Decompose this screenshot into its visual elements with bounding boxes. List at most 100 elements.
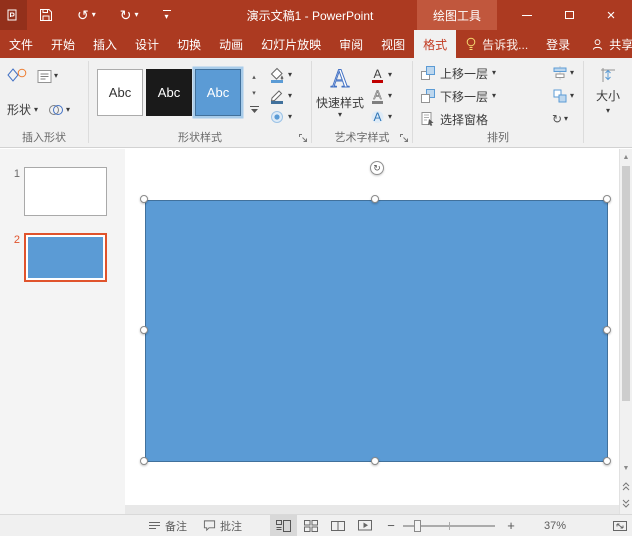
slide-1-preview[interactable] <box>24 167 107 216</box>
group-objects-button[interactable]: ▾ <box>552 86 574 106</box>
wordart-a-icon: A <box>325 64 355 92</box>
rotate-objects-button[interactable]: ↻ ▾ <box>552 109 574 129</box>
slide-2-preview[interactable] <box>24 233 107 282</box>
slide-thumbnail-1[interactable]: 1 <box>5 167 125 216</box>
dialog-launcher-button[interactable] <box>398 132 410 144</box>
next-slide-button[interactable] <box>620 496 632 511</box>
shape-fill-button[interactable]: ▾ <box>269 65 292 84</box>
text-outline-button[interactable]: A ▾ <box>370 86 392 105</box>
zoom-level[interactable]: 37% <box>528 520 566 532</box>
tab-slideshow[interactable]: 幻灯片放映 <box>252 30 330 58</box>
resize-handle-s[interactable] <box>371 457 379 465</box>
resize-handle-se[interactable] <box>603 457 611 465</box>
align-button[interactable]: ▾ <box>552 63 574 83</box>
person-icon <box>591 38 604 51</box>
text-fill-icon: A <box>370 67 385 83</box>
text-effects-button[interactable]: A ▾ <box>370 107 392 126</box>
chevron-down-icon: ▾ <box>92 11 96 19</box>
slideshow-icon <box>358 520 372 532</box>
resize-handle-sw[interactable] <box>140 457 148 465</box>
bring-forward-button[interactable]: 上移一层 ▾ <box>420 63 496 83</box>
chevron-down-icon: ▾ <box>388 71 392 79</box>
tab-file[interactable]: 文件 <box>0 30 42 58</box>
resize-handle-nw[interactable] <box>140 195 148 203</box>
slide-thumbnail-2[interactable]: 2 <box>5 233 125 282</box>
merge-shapes-button[interactable]: ▾ <box>48 104 70 116</box>
sign-in-label: 登录 <box>546 36 570 53</box>
comments-button[interactable]: 批注 <box>195 515 250 536</box>
resize-handle-w[interactable] <box>140 326 148 334</box>
redo-button[interactable]: ↻▾ <box>108 0 151 30</box>
maximize-button[interactable] <box>548 0 590 30</box>
scroll-up-button[interactable]: ▲ <box>620 150 632 165</box>
shape-style-preset[interactable]: Abc <box>97 69 143 116</box>
minimize-button[interactable] <box>506 0 548 30</box>
tab-review[interactable]: 审阅 <box>330 30 372 58</box>
send-backward-button[interactable]: 下移一层 ▾ <box>420 86 496 106</box>
text-outline-icon: A <box>370 88 385 104</box>
editing-canvas[interactable]: ↻ <box>125 149 619 514</box>
group-arrange: 上移一层 ▾ 下移一层 ▾ 选择窗格 ▾ <box>413 58 583 147</box>
group-label-wordart: 艺术字样式 <box>312 129 412 145</box>
slideshow-view-button[interactable] <box>351 515 378 536</box>
text-box-button[interactable]: ▾ <box>37 69 58 84</box>
gallery-down-button[interactable]: ▾ <box>247 85 261 101</box>
dialog-launcher-button[interactable] <box>297 132 309 144</box>
shape-outline-icon <box>269 88 285 104</box>
chevron-down-icon: ▾ <box>34 106 38 114</box>
gallery-more-button[interactable] <box>247 101 261 117</box>
tell-me-box[interactable]: 告诉我... <box>456 30 537 58</box>
tab-home[interactable]: 开始 <box>42 30 84 58</box>
save-button[interactable] <box>27 0 65 30</box>
tabbar-right-group: 登录 共享 <box>537 30 632 58</box>
app-icon[interactable] <box>0 0 27 30</box>
previous-slide-button[interactable] <box>620 479 632 494</box>
vertical-scrollbar[interactable]: ▲ ▼ <box>619 149 632 514</box>
selected-rectangle-shape[interactable] <box>145 200 608 462</box>
reading-view-button[interactable] <box>324 515 351 536</box>
normal-view-icon <box>276 520 291 532</box>
ribbon: ▾ 形状 ▾ ▾ 插入形状 Abc Abc Abc <box>0 58 632 148</box>
zoom-slider-thumb[interactable] <box>414 520 421 532</box>
shapes-label: 形状 <box>7 101 31 118</box>
resize-handle-ne[interactable] <box>603 195 611 203</box>
shape-style-preset-selected[interactable]: Abc <box>195 69 241 116</box>
slide-surface[interactable]: ↻ <box>125 149 619 505</box>
shapes-button[interactable]: 形状 ▾ <box>7 101 38 118</box>
zoom-in-button[interactable]: + <box>502 515 520 536</box>
tab-transitions[interactable]: 切换 <box>168 30 210 58</box>
undo-button[interactable]: ↺▾ <box>65 0 108 30</box>
shape-outline-button[interactable]: ▾ <box>269 86 292 105</box>
scrollbar-thumb[interactable] <box>622 166 630 401</box>
shape-effects-button[interactable]: ▾ <box>269 107 292 126</box>
tab-insert[interactable]: 插入 <box>84 30 126 58</box>
gallery-up-button[interactable]: ▴ <box>247 69 261 85</box>
text-fill-button[interactable]: A ▾ <box>370 65 392 84</box>
sign-in-button[interactable]: 登录 <box>537 30 579 58</box>
selection-pane-button[interactable]: 选择窗格 <box>420 109 496 129</box>
close-button[interactable]: × <box>590 0 632 30</box>
shapes-gallery-icon[interactable] <box>7 67 27 85</box>
tab-animations[interactable]: 动画 <box>210 30 252 58</box>
resize-handle-n[interactable] <box>371 195 379 203</box>
main-area: 1 2 ↻ ▲ <box>0 149 632 514</box>
tab-format[interactable]: 格式 <box>414 30 456 58</box>
rotation-handle[interactable]: ↻ <box>370 161 384 175</box>
customize-quick-access-button[interactable]: ▾ <box>151 0 183 30</box>
contextual-tab-title: 绘图工具 <box>417 0 497 30</box>
zoom-out-button[interactable]: − <box>382 515 400 536</box>
group-label-shape-styles: 形状样式 <box>89 129 311 145</box>
shape-style-preset[interactable]: Abc <box>146 69 192 116</box>
zoom-slider-notch <box>449 522 450 530</box>
share-button[interactable]: 共享 <box>579 30 632 58</box>
size-button[interactable]: 大小 ▾ <box>596 66 620 115</box>
fit-to-window-button[interactable] <box>613 520 627 532</box>
scroll-down-button[interactable]: ▼ <box>620 461 632 476</box>
notes-button[interactable]: 备注 <box>140 515 195 536</box>
tab-view[interactable]: 视图 <box>372 30 414 58</box>
tab-design[interactable]: 设计 <box>126 30 168 58</box>
slide-sorter-view-button[interactable] <box>297 515 324 536</box>
normal-view-button[interactable] <box>270 515 297 536</box>
zoom-slider[interactable] <box>403 525 495 527</box>
resize-handle-e[interactable] <box>603 326 611 334</box>
